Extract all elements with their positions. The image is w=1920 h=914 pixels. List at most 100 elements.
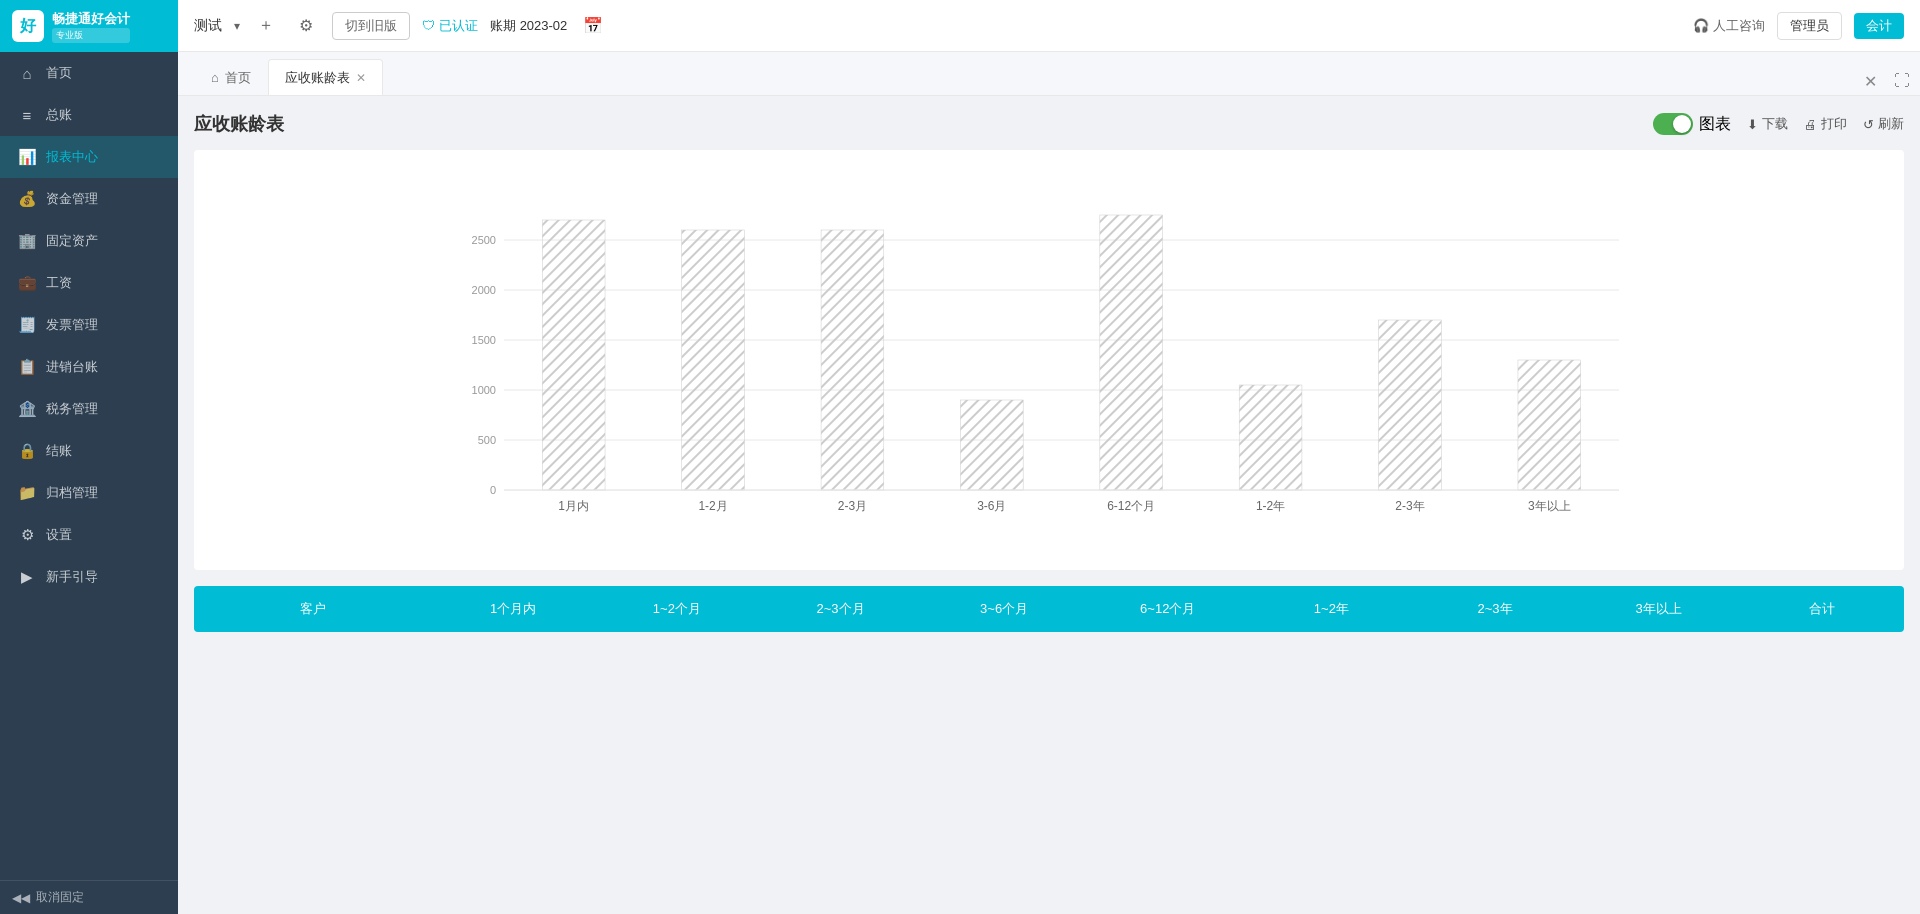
sidebar-item-funds[interactable]: 💰 资金管理 bbox=[0, 178, 178, 220]
table-header-cell: 3~6个月 bbox=[922, 586, 1086, 632]
sidebar-item-reports[interactable]: 📊 报表中心 bbox=[0, 136, 178, 178]
refresh-button[interactable]: ↺ 刷新 bbox=[1863, 115, 1904, 133]
sidebar-item-label-archive: 归档管理 bbox=[46, 484, 98, 502]
print-label: 打印 bbox=[1821, 115, 1847, 133]
download-icon: ⬇ bbox=[1747, 117, 1758, 132]
table-header-cell: 1~2个月 bbox=[595, 586, 759, 632]
guide-icon: ▶ bbox=[18, 568, 36, 586]
table-header-cell: 1个月内 bbox=[431, 586, 595, 632]
shield-icon: 🛡 bbox=[422, 18, 435, 33]
page-actions: 图表 ⬇ 下载 🖨 打印 ↺ 刷新 bbox=[1653, 113, 1904, 135]
tabbar: ⌂ 首页 应收账龄表 ✕ ✕ ⛶ bbox=[178, 52, 1920, 96]
sidebar-item-ledger[interactable]: ≡ 总账 bbox=[0, 94, 178, 136]
table-header-cell: 1~2年 bbox=[1250, 586, 1414, 632]
tab-home[interactable]: ⌂ 首页 bbox=[194, 59, 268, 95]
sidebar-item-invoice[interactable]: 🧾 发票管理 bbox=[0, 304, 178, 346]
sidebar-item-assets[interactable]: 🏢 固定资产 bbox=[0, 220, 178, 262]
headset-icon: 🎧 bbox=[1693, 18, 1709, 33]
role-button[interactable]: 会计 bbox=[1854, 13, 1904, 39]
download-button[interactable]: ⬇ 下载 bbox=[1747, 115, 1788, 133]
assets-icon: 🏢 bbox=[18, 232, 36, 250]
svg-rect-27 bbox=[1518, 360, 1581, 490]
expand-window-button[interactable]: ⛶ bbox=[1888, 67, 1916, 95]
settings-icon: ⚙ bbox=[18, 526, 36, 544]
tab-home-label: 首页 bbox=[225, 69, 251, 87]
sidebar-item-label-close: 结账 bbox=[46, 442, 72, 460]
content-area: 应收账龄表 图表 ⬇ 下载 🖨 打印 bbox=[178, 96, 1920, 914]
ledger-icon: ≡ bbox=[18, 107, 36, 124]
sidebar-nav: ⌂ 首页 ≡ 总账 📊 报表中心 💰 资金管理 🏢 固定资产 💼 工资 🧾 发票… bbox=[0, 52, 178, 880]
home-icon: ⌂ bbox=[18, 65, 36, 82]
sidebar-item-label-salary: 工资 bbox=[46, 274, 72, 292]
sidebar-item-label-ledger: 总账 bbox=[46, 106, 72, 124]
refresh-label: 刷新 bbox=[1878, 115, 1904, 133]
page-title: 应收账龄表 bbox=[194, 112, 284, 136]
svg-rect-21 bbox=[682, 230, 745, 490]
table-header-cell: 2~3个月 bbox=[759, 586, 923, 632]
sidebar-item-settings[interactable]: ⚙ 设置 bbox=[0, 514, 178, 556]
verified-badge: 🛡 已认证 bbox=[422, 17, 478, 35]
chart-y-axis: 05001000150020002500 bbox=[472, 234, 1619, 496]
topbar: 测试 ▾ ＋ ⚙ 切到旧版 🛡 已认证 账期 2023-02 📅 🎧 人工咨询 … bbox=[178, 0, 1920, 52]
download-label: 下载 bbox=[1762, 115, 1788, 133]
sidebar-item-label-tax: 税务管理 bbox=[46, 400, 98, 418]
unpin-button[interactable]: ◀◀ 取消固定 bbox=[0, 880, 178, 914]
svg-rect-26 bbox=[1379, 320, 1442, 490]
table-header-cell: 3年以上 bbox=[1577, 586, 1741, 632]
svg-rect-22 bbox=[821, 230, 884, 490]
sidebar-item-close[interactable]: 🔒 结账 bbox=[0, 430, 178, 472]
unpin-label: 取消固定 bbox=[36, 889, 84, 906]
calendar-icon[interactable]: 📅 bbox=[579, 12, 607, 40]
sidebar-item-label-reports: 报表中心 bbox=[46, 148, 98, 166]
close-window-button[interactable]: ✕ bbox=[1856, 67, 1884, 95]
sidebar-item-salary[interactable]: 💼 工资 bbox=[0, 262, 178, 304]
svg-text:1-2年: 1-2年 bbox=[1256, 499, 1285, 513]
sidebar-item-label-invoice: 发票管理 bbox=[46, 316, 98, 334]
refresh-icon: ↺ bbox=[1863, 117, 1874, 132]
sidebar-item-guide[interactable]: ▶ 新手引导 bbox=[0, 556, 178, 598]
invoice-icon: 🧾 bbox=[18, 316, 36, 334]
add-button[interactable]: ＋ bbox=[252, 12, 280, 40]
sidebar-item-label-sales: 进销台账 bbox=[46, 358, 98, 376]
chart-toggle: 图表 bbox=[1653, 113, 1731, 135]
svg-text:1500: 1500 bbox=[472, 334, 496, 346]
print-icon: 🖨 bbox=[1804, 117, 1817, 132]
tab-aging-label: 应收账龄表 bbox=[285, 69, 350, 87]
table-section: 客户1个月内1~2个月2~3个月3~6个月6~12个月1~2年2~3年3年以上合… bbox=[194, 586, 1904, 632]
svg-text:2-3年: 2-3年 bbox=[1395, 499, 1424, 513]
sidebar-item-sales[interactable]: 📋 进销台账 bbox=[0, 346, 178, 388]
print-button[interactable]: 🖨 打印 bbox=[1804, 115, 1847, 133]
main-area: 测试 ▾ ＋ ⚙ 切到旧版 🛡 已认证 账期 2023-02 📅 🎧 人工咨询 … bbox=[178, 0, 1920, 914]
project-dropdown-icon[interactable]: ▾ bbox=[234, 19, 240, 33]
svg-rect-20 bbox=[542, 220, 605, 490]
sidebar-item-tax[interactable]: 🏦 税务管理 bbox=[0, 388, 178, 430]
toggle-switch[interactable] bbox=[1653, 113, 1693, 135]
sidebar-item-label-settings: 设置 bbox=[46, 526, 72, 544]
bar-chart: 05001000150020002500 1月内1-2月2-3月3-6月6-12… bbox=[214, 170, 1884, 550]
funds-icon: 💰 bbox=[18, 190, 36, 208]
tab-close-icon[interactable]: ✕ bbox=[356, 71, 366, 85]
switch-version-button[interactable]: 切到旧版 bbox=[332, 12, 410, 40]
sidebar-item-label-assets: 固定资产 bbox=[46, 232, 98, 250]
period-label: 账期 2023-02 bbox=[490, 17, 567, 35]
svg-text:500: 500 bbox=[478, 434, 496, 446]
chart-container: 05001000150020002500 1月内1-2月2-3月3-6月6-12… bbox=[214, 170, 1884, 550]
sales-icon: 📋 bbox=[18, 358, 36, 376]
settings-icon[interactable]: ⚙ bbox=[292, 12, 320, 40]
tab-aging[interactable]: 应收账龄表 ✕ bbox=[268, 59, 383, 95]
consult-button[interactable]: 🎧 人工咨询 bbox=[1693, 17, 1765, 35]
user-button[interactable]: 管理员 bbox=[1777, 12, 1842, 40]
svg-rect-24 bbox=[1100, 215, 1163, 490]
chart-x-axis: 1月内1-2月2-3月3-6月6-12个月1-2年2-3年3年以上 bbox=[504, 490, 1619, 513]
table-header-cell: 2~3年 bbox=[1413, 586, 1577, 632]
svg-text:2500: 2500 bbox=[472, 234, 496, 246]
salary-icon: 💼 bbox=[18, 274, 36, 292]
svg-rect-25 bbox=[1239, 385, 1302, 490]
svg-text:2-3月: 2-3月 bbox=[838, 499, 867, 513]
tax-icon: 🏦 bbox=[18, 400, 36, 418]
svg-text:1-2月: 1-2月 bbox=[698, 499, 727, 513]
toggle-knob bbox=[1673, 115, 1691, 133]
sidebar-item-archive[interactable]: 📁 归档管理 bbox=[0, 472, 178, 514]
sidebar: 好 畅捷通好会计 专业版 ⌂ 首页 ≡ 总账 📊 报表中心 💰 资金管理 🏢 固… bbox=[0, 0, 178, 914]
sidebar-item-home[interactable]: ⌂ 首页 bbox=[0, 52, 178, 94]
